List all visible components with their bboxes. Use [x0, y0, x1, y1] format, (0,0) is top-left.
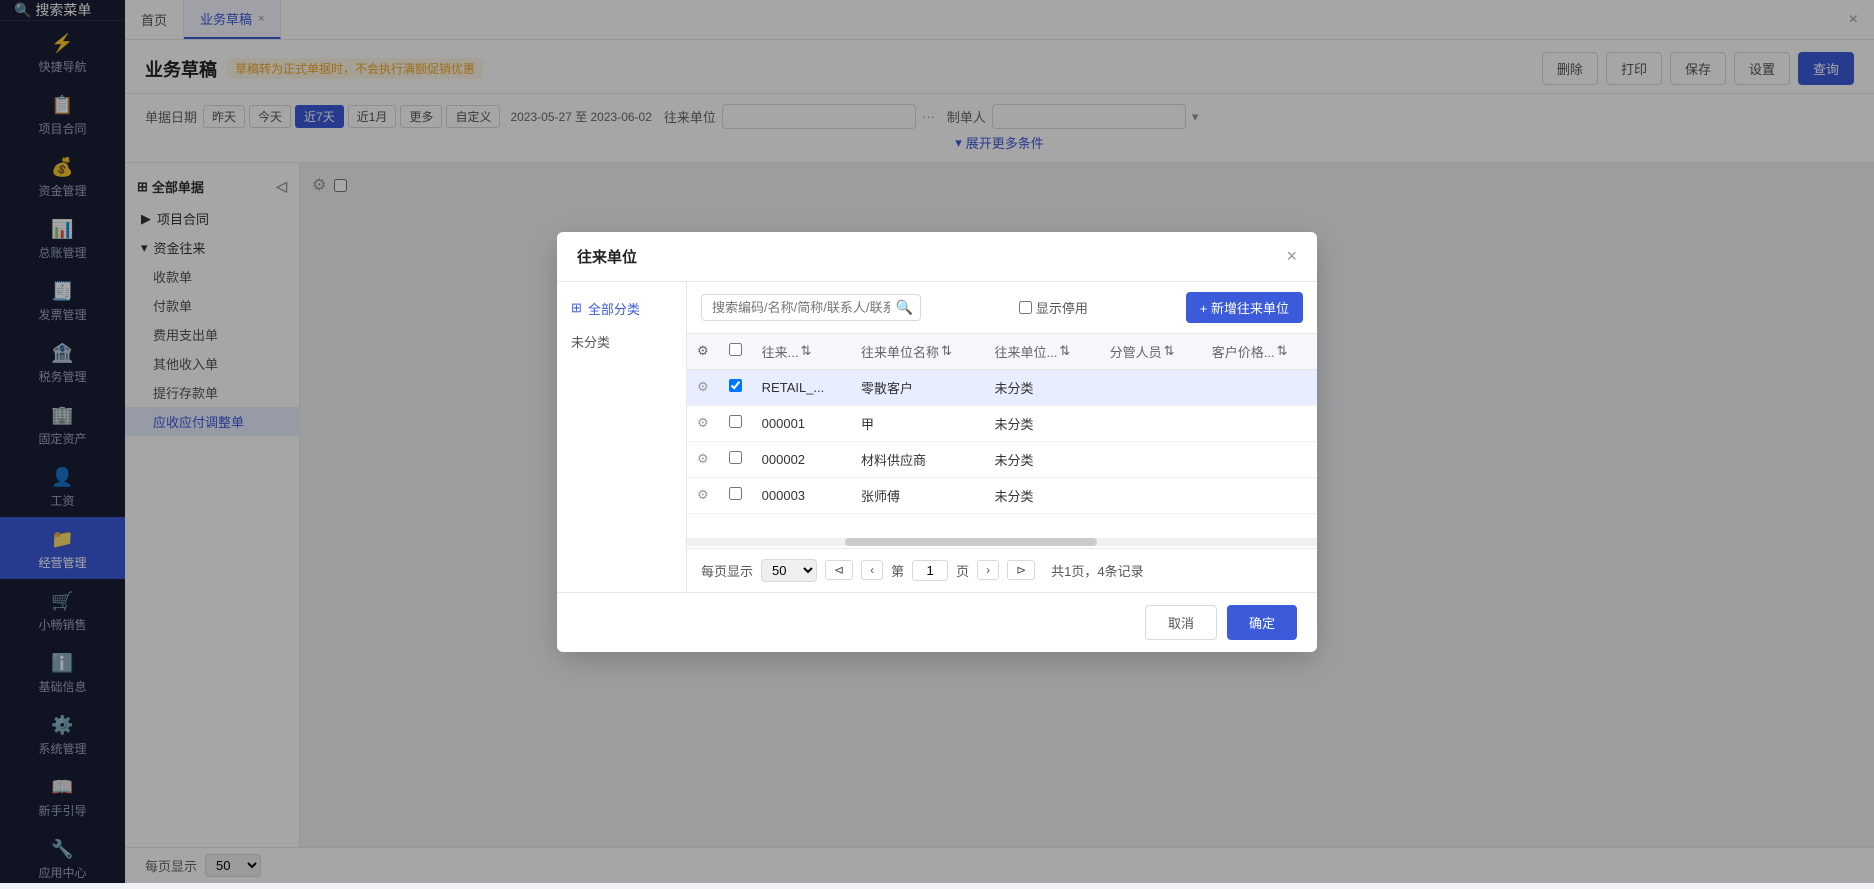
table-row[interactable]: ⚙ 000002 材料供应商 未分类 [687, 441, 1317, 477]
row-checkbox[interactable] [729, 487, 742, 500]
sort-icon: ⇅ [1059, 343, 1070, 359]
last-page-btn[interactable]: ⊳ [1007, 560, 1035, 580]
col-code[interactable]: 往来... ⇅ [752, 334, 851, 370]
row-checkbox[interactable] [729, 379, 742, 392]
row-checkbox[interactable] [729, 415, 742, 428]
table-settings-th[interactable]: ⚙ [687, 334, 719, 370]
dialog-overlay: 往来单位 × ⊞ 全部分类 未分类 🔍 [0, 0, 1874, 883]
row-name: 零散客户 [851, 369, 984, 405]
partner-table: ⚙ 往来... ⇅ [687, 334, 1317, 514]
page-size-label: 每页显示 [701, 561, 753, 580]
dialog-main: 🔍 显示停用 + 新增往来单位 ⚙ [687, 282, 1317, 592]
partner-dialog: 往来单位 × ⊞ 全部分类 未分类 🔍 [557, 232, 1317, 652]
show-disabled-label: 显示停用 [1036, 298, 1088, 317]
row-price [1202, 369, 1317, 405]
row-category: 未分类 [984, 477, 1099, 513]
page-unit: 页 [956, 561, 969, 580]
row-settings[interactable]: ⚙ [687, 405, 719, 441]
dialog-toolbar: 🔍 显示停用 + 新增往来单位 [687, 282, 1317, 334]
row-code: RETAIL_... [752, 369, 851, 405]
confirm-button[interactable]: 确定 [1227, 605, 1297, 640]
add-partner-button[interactable]: + 新增往来单位 [1186, 292, 1303, 323]
dialog-sidebar-uncategorized[interactable]: 未分类 [557, 325, 686, 358]
row-manager [1100, 369, 1202, 405]
row-name: 张师傅 [851, 477, 984, 513]
sort-icon: ⇅ [1277, 343, 1288, 359]
row-code: 000003 [752, 477, 851, 513]
prev-page-btn[interactable]: ‹ [861, 560, 883, 580]
dialog-sidebar-all[interactable]: ⊞ 全部分类 [557, 292, 686, 325]
row-code: 000001 [752, 405, 851, 441]
col-category[interactable]: 往来单位... ⇅ [984, 334, 1099, 370]
row-checkbox-cell[interactable] [719, 441, 752, 477]
grid-icon: ⊞ [571, 300, 582, 316]
row-category: 未分类 [984, 405, 1099, 441]
total-text: 共1页，4条记录 [1051, 561, 1143, 580]
row-price [1202, 477, 1317, 513]
page-size-select[interactable]: 50 100 [761, 559, 817, 582]
pagination: 每页显示 50 100 ⊲ ‹ 第 页 › ⊳ 共1页，4条记录 [687, 548, 1317, 592]
row-manager [1100, 441, 1202, 477]
dialog-title: 往来单位 [577, 246, 637, 267]
next-page-btn[interactable]: › [977, 560, 999, 580]
row-settings[interactable]: ⚙ [687, 369, 719, 405]
row-code: 000002 [752, 441, 851, 477]
row-name: 材料供应商 [851, 441, 984, 477]
sort-icon: ⇅ [941, 343, 952, 359]
dialog-sidebar: ⊞ 全部分类 未分类 [557, 282, 687, 592]
dialog-header: 往来单位 × [557, 232, 1317, 282]
search-wrap: 🔍 [701, 294, 921, 321]
table-row[interactable]: ⚙ RETAIL_... 零散客户 未分类 [687, 369, 1317, 405]
table-row[interactable]: ⚙ 000001 甲 未分类 [687, 405, 1317, 441]
scrollbar-thumb [845, 538, 1097, 546]
row-category: 未分类 [984, 369, 1099, 405]
partner-search-input[interactable] [701, 294, 921, 321]
row-settings[interactable]: ⚙ [687, 441, 719, 477]
row-checkbox-cell[interactable] [719, 369, 752, 405]
show-disabled-checkbox[interactable] [1019, 301, 1032, 314]
cancel-button[interactable]: 取消 [1145, 605, 1217, 640]
search-icon: 🔍 [896, 299, 913, 316]
row-category: 未分类 [984, 441, 1099, 477]
dialog-close-button[interactable]: × [1286, 246, 1297, 267]
show-disabled-wrap: 显示停用 [1019, 298, 1088, 317]
row-checkbox-cell[interactable] [719, 477, 752, 513]
row-checkbox[interactable] [729, 451, 742, 464]
dialog-body: ⊞ 全部分类 未分类 🔍 显示停用 [557, 282, 1317, 592]
row-manager [1100, 477, 1202, 513]
row-price [1202, 405, 1317, 441]
col-manager[interactable]: 分管人员 ⇅ [1100, 334, 1202, 370]
table-select-all-th[interactable] [719, 334, 752, 370]
row-manager [1100, 405, 1202, 441]
first-page-btn[interactable]: ⊲ [825, 560, 853, 580]
sort-icon: ⇅ [801, 343, 812, 359]
table-scrollbar[interactable] [687, 538, 1317, 546]
col-name[interactable]: 往来单位名称 ⇅ [851, 334, 984, 370]
row-price [1202, 441, 1317, 477]
row-checkbox-cell[interactable] [719, 405, 752, 441]
row-settings[interactable]: ⚙ [687, 477, 719, 513]
page-label: 第 [891, 561, 904, 580]
dialog-table-wrap: ⚙ 往来... ⇅ [687, 334, 1317, 538]
current-page-input[interactable] [912, 560, 948, 581]
table-row[interactable]: ⚙ 000003 张师傅 未分类 [687, 477, 1317, 513]
dialog-actions: 取消 确定 [557, 592, 1317, 652]
col-price[interactable]: 客户价格... ⇅ [1202, 334, 1317, 370]
sort-icon: ⇅ [1164, 343, 1175, 359]
row-name: 甲 [851, 405, 984, 441]
table-select-all[interactable] [729, 343, 742, 356]
